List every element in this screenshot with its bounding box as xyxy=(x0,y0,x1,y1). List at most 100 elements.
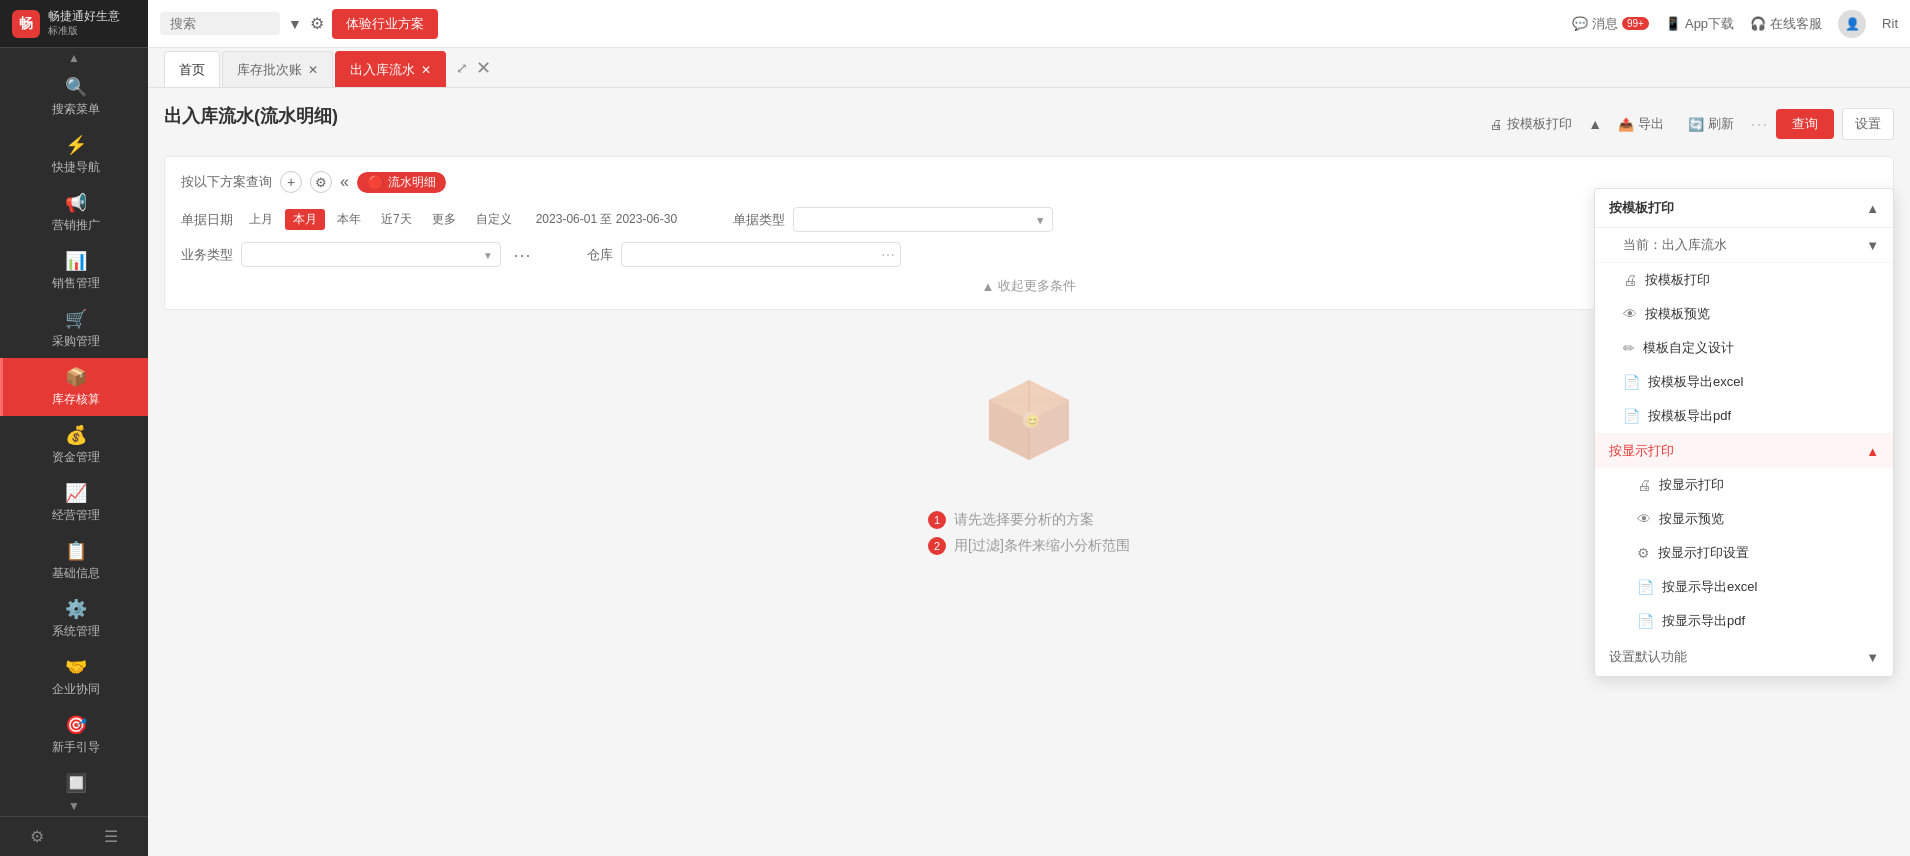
operations-icon: 📈 xyxy=(65,482,87,504)
sidebar-settings-btn[interactable]: ⚙ xyxy=(30,827,44,846)
settings-btn[interactable]: 设置 xyxy=(1842,108,1894,140)
sidebar-scroll-down[interactable]: ▼ xyxy=(0,796,148,816)
date-more-btn[interactable]: 更多 xyxy=(424,209,464,230)
app-logo: 畅 畅捷通好生意 标准版 xyxy=(0,0,148,48)
sidebar-item-quicknav-label: 快捷导航 xyxy=(52,159,100,176)
enterprise-icon: 🤝 xyxy=(65,656,87,678)
dropdown-display-pdf[interactable]: 📄 按显示导出pdf xyxy=(1595,604,1893,638)
filter-collapse-btn[interactable]: « xyxy=(340,173,349,191)
app-download-icon: 📱 xyxy=(1665,16,1681,31)
preview-icon: 👁 xyxy=(1623,306,1637,322)
sidebar: 畅 畅捷通好生意 标准版 ▲ 🔍 搜索菜单 ⚡ 快捷导航 📢 营销推广 📊 销售… xyxy=(0,0,148,856)
date-filter-field: 单据日期 上月 本月 本年 近7天 更多 自定义 xyxy=(181,209,520,230)
tab-close-all-icon[interactable]: ✕ xyxy=(476,57,491,79)
sidebar-item-operations[interactable]: 📈 经营管理 xyxy=(0,474,148,532)
filter-tag-label: 流水明细 xyxy=(388,174,436,191)
display-print-section-header[interactable]: 按显示打印 ▲ xyxy=(1595,434,1893,468)
topbar-avatar[interactable]: 👤 xyxy=(1838,10,1866,38)
receipt-type-select-wrap: ▼ xyxy=(793,207,1053,232)
sidebar-menu: 🔍 搜索菜单 ⚡ 快捷导航 📢 营销推广 📊 销售管理 🛒 采购管理 📦 库存核… xyxy=(0,68,148,796)
dropdown-display-excel[interactable]: 📄 按显示导出excel xyxy=(1595,570,1893,604)
dropdown-template-custom[interactable]: ✏ 模板自定义设计 xyxy=(1595,331,1893,365)
sidebar-item-enterprise-label: 企业协同 xyxy=(52,681,100,698)
sidebar-item-enterprise[interactable]: 🤝 企业协同 xyxy=(0,648,148,706)
sidebar-item-guide[interactable]: 🎯 新手引导 xyxy=(0,706,148,764)
apps-icon: 🔲 xyxy=(65,772,87,794)
sidebar-item-operations-label: 经营管理 xyxy=(52,507,100,524)
dropdown-template-print[interactable]: 🖨 按模板打印 xyxy=(1595,263,1893,297)
dropdown-current-item: 当前：出入库流水 ▼ xyxy=(1595,228,1893,262)
system-icon: ⚙️ xyxy=(65,598,87,620)
marketing-icon: 📢 xyxy=(65,192,87,214)
filter-add-btn[interactable]: + xyxy=(280,171,302,193)
tab-home[interactable]: 首页 xyxy=(164,51,220,87)
sidebar-item-search[interactable]: 🔍 搜索菜单 xyxy=(0,68,148,126)
date-this-year-btn[interactable]: 本年 xyxy=(329,209,369,230)
dropdown-template-preview[interactable]: 👁 按模板预览 xyxy=(1595,297,1893,331)
topbar-dropdown-chevron[interactable]: ▼ xyxy=(288,16,302,32)
date-current-month-btn[interactable]: 本月 xyxy=(285,209,325,230)
refresh-icon: 🔄 xyxy=(1688,117,1704,132)
app-title: 畅捷通好生意 xyxy=(48,9,120,25)
collapse-label: 收起更多条件 xyxy=(998,277,1076,295)
receipt-type-select[interactable] xyxy=(793,207,1053,232)
refresh-btn[interactable]: 🔄 刷新 xyxy=(1680,111,1742,137)
tab-batch-close-icon[interactable]: ✕ xyxy=(308,63,318,77)
dropdown-header-chevron[interactable]: ▲ xyxy=(1866,201,1879,216)
dropdown-template-pdf-label: 按模板导出pdf xyxy=(1648,407,1731,425)
tab-batch-label: 库存批次账 xyxy=(237,61,302,79)
topbar-username: Rit xyxy=(1882,16,1898,31)
date-7days-btn[interactable]: 近7天 xyxy=(373,209,420,230)
filter-settings-btn[interactable]: ⚙ xyxy=(310,171,332,193)
filter-tag[interactable]: 🔴 流水明细 xyxy=(357,172,446,193)
topbar-gear-icon[interactable]: ⚙ xyxy=(310,14,324,33)
sidebar-item-marketing[interactable]: 📢 营销推广 xyxy=(0,184,148,242)
sidebar-menu-btn[interactable]: ☰ xyxy=(104,827,118,846)
export-btn[interactable]: 📤 导出 xyxy=(1610,111,1672,137)
tab-flow-close-icon[interactable]: ✕ xyxy=(421,63,431,77)
sidebar-item-guide-label: 新手引导 xyxy=(52,739,100,756)
dropdown-footer[interactable]: 设置默认功能 ▼ xyxy=(1595,638,1893,676)
warehouse-input[interactable] xyxy=(621,242,901,267)
sidebar-item-basic[interactable]: 📋 基础信息 xyxy=(0,532,148,590)
sidebar-item-sales[interactable]: 📊 销售管理 xyxy=(0,242,148,300)
dropdown-template-pdf[interactable]: 📄 按模板导出pdf xyxy=(1595,399,1893,433)
dropdown-display-preview[interactable]: 👁 按显示预览 xyxy=(1595,502,1893,536)
sidebar-item-finance[interactable]: 💰 资金管理 xyxy=(0,416,148,474)
sidebar-item-quicknav[interactable]: ⚡ 快捷导航 xyxy=(0,126,148,184)
dropdown-template-excel[interactable]: 📄 按模板导出excel xyxy=(1595,365,1893,399)
sidebar-scroll-up[interactable]: ▲ xyxy=(0,48,148,68)
topbar-app-download[interactable]: 📱 App下载 xyxy=(1665,15,1734,33)
sidebar-item-apps[interactable]: 🔲 应用中心 xyxy=(0,764,148,796)
dropdown-template-excel-label: 按模板导出excel xyxy=(1648,373,1743,391)
tab-batch[interactable]: 库存批次账 ✕ xyxy=(222,51,333,87)
biz-type-more-btn[interactable]: ⋯ xyxy=(513,244,531,266)
dropdown-display-settings[interactable]: ⚙ 按显示打印设置 xyxy=(1595,536,1893,570)
tab-maximize-icon[interactable]: ⤢ xyxy=(456,60,468,76)
industry-btn[interactable]: 体验行业方案 xyxy=(332,9,438,39)
dropdown-footer-chevron: ▼ xyxy=(1866,650,1879,665)
sidebar-item-purchase[interactable]: 🛒 采购管理 xyxy=(0,300,148,358)
template-print-btn[interactable]: 🖨 按模板打印 xyxy=(1482,111,1580,137)
sidebar-item-system[interactable]: ⚙️ 系统管理 xyxy=(0,590,148,648)
dropdown-footer-label: 设置默认功能 xyxy=(1609,648,1687,666)
tab-flow[interactable]: 出入库流水 ✕ xyxy=(335,51,446,87)
template-print-chevron[interactable]: ▲ xyxy=(1588,116,1602,132)
display-preview-icon: 👁 xyxy=(1637,511,1651,527)
sidebar-item-inventory[interactable]: 📦 库存核算 xyxy=(0,358,148,416)
search-input[interactable] xyxy=(160,12,280,35)
message-label: 消息 xyxy=(1592,15,1618,33)
date-prev-month-btn[interactable]: 上月 xyxy=(241,209,281,230)
date-range: 2023-06-01 至 2023-06-30 xyxy=(536,211,677,228)
filter-label: 按以下方案查询 xyxy=(181,173,272,191)
biz-type-select[interactable] xyxy=(241,242,501,267)
query-btn[interactable]: 查询 xyxy=(1776,109,1834,139)
quicknav-icon: ⚡ xyxy=(65,134,87,156)
warehouse-more-icon[interactable]: ⋯ xyxy=(881,247,895,263)
message-badge: 99+ xyxy=(1622,17,1649,30)
topbar-online-service[interactable]: 🎧 在线客服 xyxy=(1750,15,1822,33)
dropdown-display-print[interactable]: 🖨 按显示打印 xyxy=(1595,468,1893,502)
dropdown-header: 按模板打印 ▲ xyxy=(1595,189,1893,228)
date-custom-btn[interactable]: 自定义 xyxy=(468,209,520,230)
topbar-message[interactable]: 💬 消息 99+ xyxy=(1572,15,1649,33)
